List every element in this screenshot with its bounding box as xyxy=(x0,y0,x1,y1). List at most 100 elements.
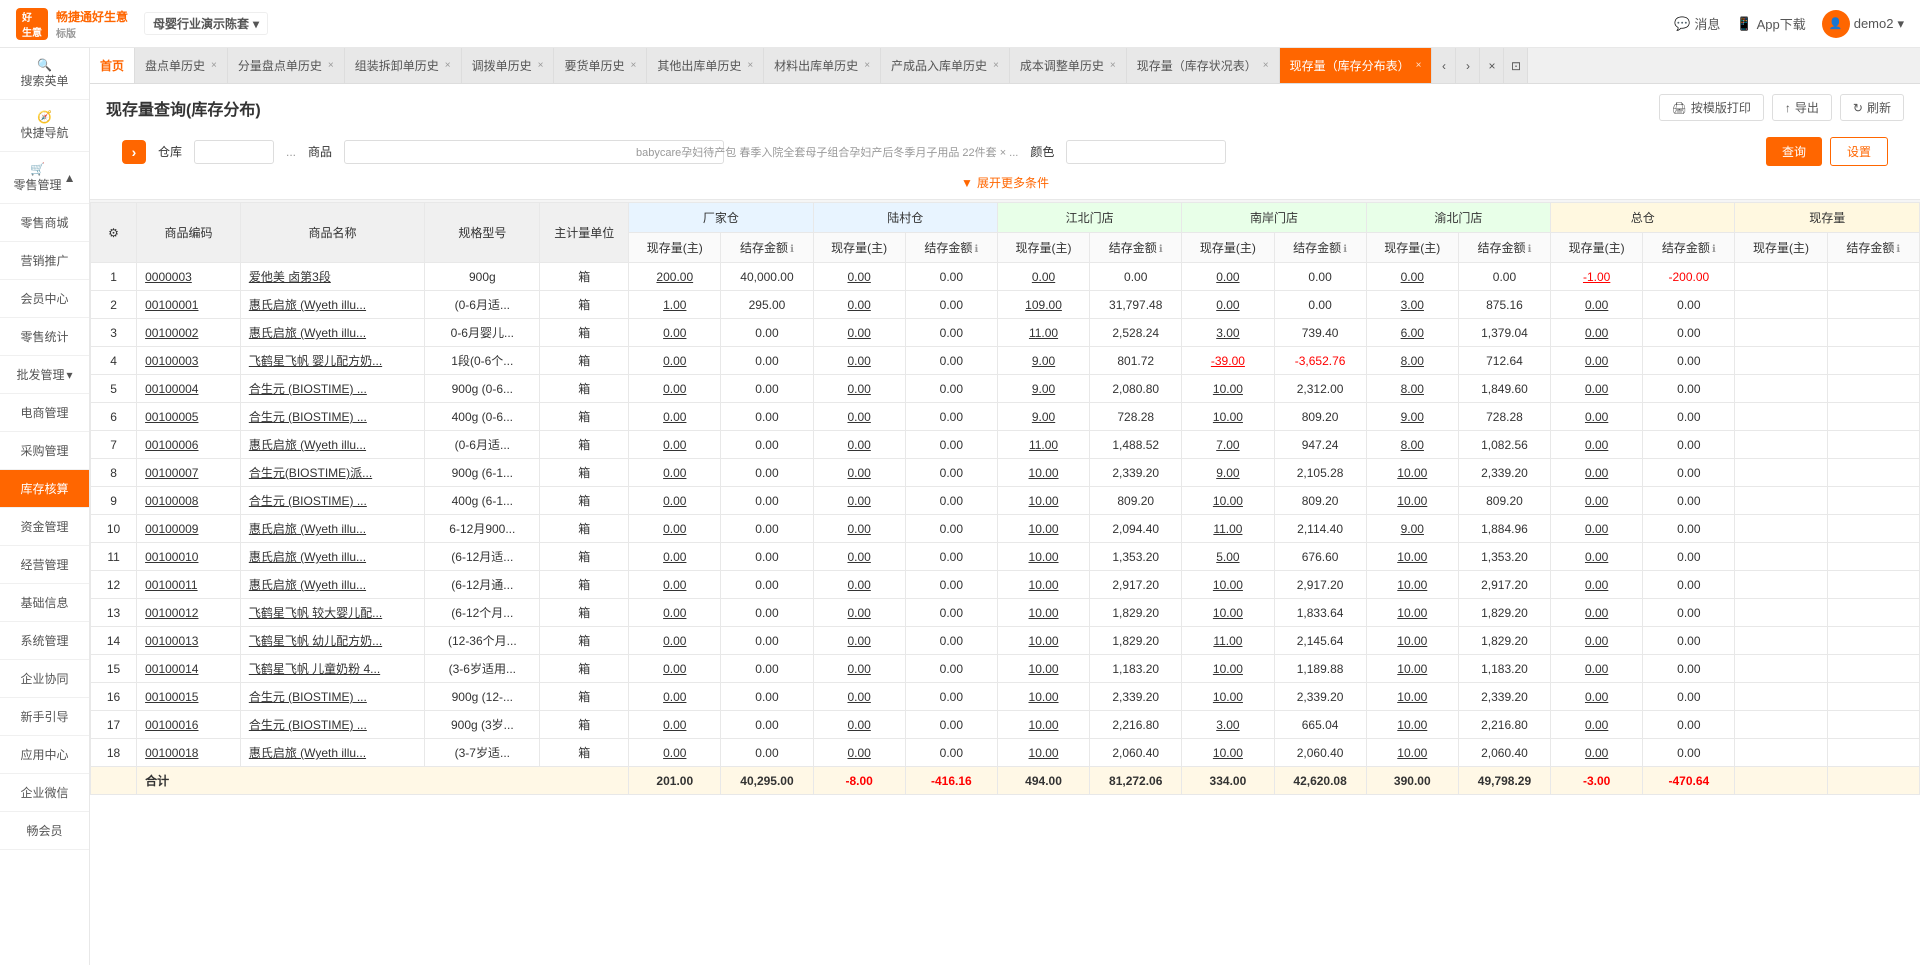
product-code[interactable]: 00100007 xyxy=(137,459,241,487)
product-code[interactable]: 0000003 xyxy=(137,263,241,291)
tab-close-3[interactable]: × xyxy=(445,60,451,71)
tab-transfer[interactable]: 调拨单历史 × xyxy=(462,48,555,84)
jiangbei-qty[interactable]: 10.00 xyxy=(997,599,1089,627)
filter-expand-toggle[interactable]: › xyxy=(122,140,146,164)
naan-qty[interactable]: 11.00 xyxy=(1182,515,1274,543)
product-name[interactable]: 合生元 (BIOSTIME) ... xyxy=(240,375,424,403)
warehouse-input[interactable] xyxy=(194,140,274,164)
export-btn[interactable]: ↑ 导出 xyxy=(1772,94,1832,121)
color-input[interactable] xyxy=(1066,140,1226,164)
yubei-qty[interactable]: 10.00 xyxy=(1366,655,1458,683)
product-name[interactable]: 合生元 (BIOSTIME) ... xyxy=(240,711,424,739)
tab-next-btn[interactable]: › xyxy=(1456,48,1480,84)
print-btn[interactable]: 🖨 按模版打印 xyxy=(1659,94,1764,121)
factory-qty[interactable]: 0.00 xyxy=(629,431,721,459)
product-code[interactable]: 00100014 xyxy=(137,655,241,683)
col-gear[interactable]: ⚙ xyxy=(91,203,137,263)
naan-qty[interactable]: 10.00 xyxy=(1182,599,1274,627)
sidebar-item-marketing[interactable]: 营销推广 xyxy=(0,242,89,280)
tab-material-out[interactable]: 材料出库单历史 × xyxy=(764,48,881,84)
tab-close-4[interactable]: × xyxy=(538,60,544,71)
lu-qty[interactable]: 0.00 xyxy=(813,739,905,767)
naan-qty[interactable]: 0.00 xyxy=(1182,291,1274,319)
jiangbei-qty[interactable]: 11.00 xyxy=(997,319,1089,347)
jiangbei-qty[interactable]: 10.00 xyxy=(997,655,1089,683)
factory-qty[interactable]: 0.00 xyxy=(629,487,721,515)
total-qty[interactable]: 0.00 xyxy=(1551,515,1643,543)
jiangbei-qty[interactable]: 10.00 xyxy=(997,487,1089,515)
sidebar-item-search[interactable]: 🔍 搜索英单 xyxy=(0,48,89,100)
lu-qty[interactable]: 0.00 xyxy=(813,571,905,599)
sidebar-item-purchase[interactable]: 采购管理 xyxy=(0,432,89,470)
factory-qty[interactable]: 0.00 xyxy=(629,655,721,683)
lu-qty[interactable]: 0.00 xyxy=(813,515,905,543)
total-qty[interactable]: 0.00 xyxy=(1551,347,1643,375)
yubei-qty[interactable]: 10.00 xyxy=(1366,739,1458,767)
total-qty[interactable]: 0.00 xyxy=(1551,319,1643,347)
product-code[interactable]: 00100018 xyxy=(137,739,241,767)
total-qty[interactable]: 0.00 xyxy=(1551,711,1643,739)
jiangbei-qty[interactable]: 10.00 xyxy=(997,543,1089,571)
naan-qty[interactable]: -39.00 xyxy=(1182,347,1274,375)
sidebar-item-basic-info[interactable]: 基础信息 xyxy=(0,584,89,622)
yubei-qty[interactable]: 8.00 xyxy=(1366,431,1458,459)
lu-qty[interactable]: 0.00 xyxy=(813,319,905,347)
lu-qty[interactable]: 0.00 xyxy=(813,683,905,711)
jiangbei-qty[interactable]: 10.00 xyxy=(997,683,1089,711)
factory-qty[interactable]: 0.00 xyxy=(629,739,721,767)
naan-qty[interactable]: 7.00 xyxy=(1182,431,1274,459)
factory-qty[interactable]: 0.00 xyxy=(629,403,721,431)
total-qty[interactable]: 0.00 xyxy=(1551,739,1643,767)
lu-qty[interactable]: 0.00 xyxy=(813,403,905,431)
jiangbei-qty[interactable]: 10.00 xyxy=(997,711,1089,739)
sidebar-item-system[interactable]: 系统管理 xyxy=(0,622,89,660)
product-code[interactable]: 00100011 xyxy=(137,571,241,599)
tab-other-out[interactable]: 其他出库单历史 × xyxy=(647,48,764,84)
yubei-qty[interactable]: 10.00 xyxy=(1366,599,1458,627)
sidebar-item-weixin[interactable]: 企业微信 xyxy=(0,774,89,812)
product-name[interactable]: 惠氏启旅 (Wyeth illu... xyxy=(240,291,424,319)
tab-product-in[interactable]: 产成品入库单历史 × xyxy=(881,48,1010,84)
jiangbei-qty[interactable]: 10.00 xyxy=(997,627,1089,655)
tab-partial-check[interactable]: 分量盘点单历史 × xyxy=(228,48,345,84)
product-code[interactable]: 00100002 xyxy=(137,319,241,347)
total-qty[interactable]: 0.00 xyxy=(1551,543,1643,571)
naan-qty[interactable]: 9.00 xyxy=(1182,459,1274,487)
total-qty[interactable]: 0.00 xyxy=(1551,599,1643,627)
lu-qty[interactable]: 0.00 xyxy=(813,487,905,515)
naan-qty[interactable]: 0.00 xyxy=(1182,263,1274,291)
product-name[interactable]: 合生元 (BIOSTIME) ... xyxy=(240,403,424,431)
naan-qty[interactable]: 10.00 xyxy=(1182,683,1274,711)
total-qty[interactable]: 0.00 xyxy=(1551,487,1643,515)
jiangbei-qty[interactable]: 109.00 xyxy=(997,291,1089,319)
tab-order[interactable]: 要货单历史 × xyxy=(554,48,647,84)
factory-qty[interactable]: 0.00 xyxy=(629,571,721,599)
yubei-qty[interactable]: 10.00 xyxy=(1366,459,1458,487)
lu-qty[interactable]: 0.00 xyxy=(813,543,905,571)
product-code[interactable]: 00100016 xyxy=(137,711,241,739)
product-name[interactable]: 合生元 (BIOSTIME) ... xyxy=(240,683,424,711)
sidebar-item-enterprise[interactable]: 企业协同 xyxy=(0,660,89,698)
product-code[interactable]: 00100010 xyxy=(137,543,241,571)
product-name[interactable]: 飞鹤星飞帆 儿童奶粉 4... xyxy=(240,655,424,683)
sidebar-item-retail-store[interactable]: 零售商城 xyxy=(0,204,89,242)
yubei-qty[interactable]: 10.00 xyxy=(1366,711,1458,739)
sidebar-item-guide[interactable]: 新手引导 xyxy=(0,698,89,736)
product-code[interactable]: 00100005 xyxy=(137,403,241,431)
product-name[interactable]: 飞鹤星飞帆 较大婴儿配... xyxy=(240,599,424,627)
settings-button[interactable]: 设置 xyxy=(1830,137,1888,166)
tab-expand-btn[interactable]: ⊡ xyxy=(1504,48,1528,84)
factory-qty[interactable]: 1.00 xyxy=(629,291,721,319)
message-btn[interactable]: 💬 消息 xyxy=(1674,14,1720,33)
yubei-qty[interactable]: 10.00 xyxy=(1366,683,1458,711)
tab-close-8[interactable]: × xyxy=(993,60,999,71)
naan-qty[interactable]: 10.00 xyxy=(1182,655,1274,683)
sidebar-item-retail-mgmt[interactable]: 🛒 零售管理 ▲ xyxy=(0,152,89,204)
tab-home[interactable]: 首页 xyxy=(90,48,135,84)
product-code[interactable]: 00100006 xyxy=(137,431,241,459)
total-qty[interactable]: 0.00 xyxy=(1551,403,1643,431)
yubei-qty[interactable]: 6.00 xyxy=(1366,319,1458,347)
total-qty[interactable]: 0.00 xyxy=(1551,655,1643,683)
tab-close-10[interactable]: × xyxy=(1263,60,1269,71)
tab-close-all-btn[interactable]: × xyxy=(1480,48,1504,84)
